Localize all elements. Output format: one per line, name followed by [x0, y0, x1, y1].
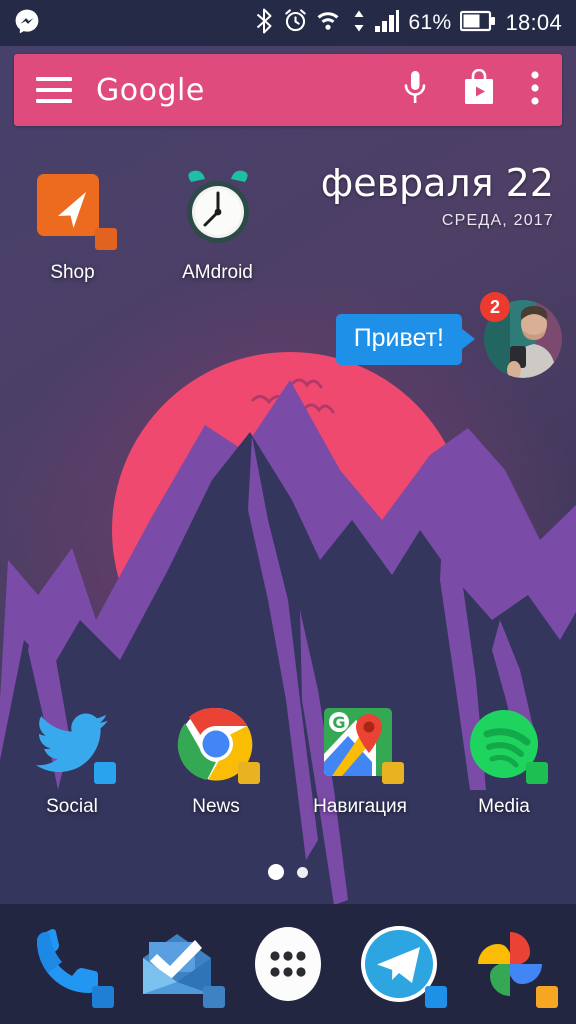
- chat-message-bubble[interactable]: Привет!: [335, 313, 462, 365]
- folder-badge: [202, 986, 225, 1008]
- wifi-icon: [317, 10, 344, 37]
- app-item-shop[interactable]: Shop: [0, 168, 145, 284]
- folder-badge: [425, 986, 448, 1008]
- page-dot-active[interactable]: [268, 864, 284, 880]
- app-label: Media: [478, 796, 530, 817]
- telegram-icon[interactable]: [353, 918, 448, 1010]
- app-label: News: [192, 796, 240, 817]
- app-row-bottom: Social News G Навигация Media: [0, 702, 576, 818]
- folder-badge: [94, 762, 116, 784]
- app-item-social[interactable]: Social: [0, 702, 144, 818]
- folder-badge: [94, 228, 117, 250]
- dock: [0, 904, 576, 1024]
- page-dot-inactive[interactable]: [297, 866, 308, 878]
- google-photos-icon[interactable]: [464, 918, 559, 1010]
- battery-percent-label: 61%: [408, 11, 452, 34]
- folder-badge: [238, 762, 260, 784]
- chat-widget[interactable]: Привет! 2: [335, 292, 562, 378]
- microphone-icon[interactable]: [402, 69, 428, 112]
- status-bar[interactable]: 61% 18:04: [0, 0, 576, 46]
- spotify-icon[interactable]: [462, 702, 548, 786]
- notification-count-badge: 2: [480, 292, 510, 322]
- google-search-label[interactable]: Google: [96, 73, 205, 108]
- bluetooth-icon: [254, 8, 274, 39]
- app-label: Social: [46, 796, 98, 817]
- svg-text:G: G: [332, 713, 345, 732]
- inbox-mail-icon[interactable]: [131, 918, 225, 1010]
- folder-badge: [526, 762, 548, 784]
- app-item-media[interactable]: Media: [432, 702, 576, 818]
- app-item-news[interactable]: News: [144, 702, 288, 818]
- app-label: Shop: [50, 262, 95, 283]
- more-vertical-icon[interactable]: [530, 70, 540, 111]
- google-maps-icon[interactable]: G: [318, 702, 404, 786]
- app-row-top: Shop AMdroid: [0, 168, 290, 284]
- messenger-icon: [14, 8, 40, 39]
- google-search-bar[interactable]: Google: [14, 54, 562, 126]
- data-transfer-arrows-icon: [353, 9, 365, 38]
- chrome-icon[interactable]: [174, 702, 260, 786]
- play-store-bag-icon[interactable]: [462, 68, 496, 112]
- hamburger-menu-icon[interactable]: [36, 77, 72, 103]
- date-primary-label: февраля 22: [320, 161, 554, 205]
- folder-badge: [382, 762, 404, 784]
- twitter-icon[interactable]: [30, 702, 116, 786]
- folder-badge: [536, 986, 559, 1008]
- phone-icon[interactable]: [20, 918, 114, 1010]
- contact-avatar[interactable]: 2: [480, 292, 562, 378]
- app-drawer-icon[interactable]: [242, 918, 334, 1010]
- app-label: AMdroid: [182, 262, 253, 283]
- status-clock: 18:04: [505, 10, 562, 35]
- app-label: Навигация: [313, 796, 407, 817]
- app-item-navigation[interactable]: G Навигация: [288, 702, 432, 818]
- status-icons: 61% 18:04: [254, 8, 563, 39]
- alarm-clock-icon[interactable]: [176, 168, 260, 252]
- signal-icon: [374, 9, 400, 38]
- date-secondary-label: СРЕДА, 2017: [441, 211, 554, 229]
- alarm-icon: [283, 8, 308, 38]
- status-notifications: [14, 8, 40, 39]
- folder-badge: [91, 986, 114, 1008]
- page-indicator[interactable]: [0, 864, 576, 880]
- shop-compass-icon[interactable]: [31, 168, 117, 252]
- app-item-amdroid[interactable]: AMdroid: [145, 168, 290, 284]
- date-widget[interactable]: февраля 22 СРЕДА, 2017: [320, 161, 554, 230]
- battery-icon: [460, 10, 496, 37]
